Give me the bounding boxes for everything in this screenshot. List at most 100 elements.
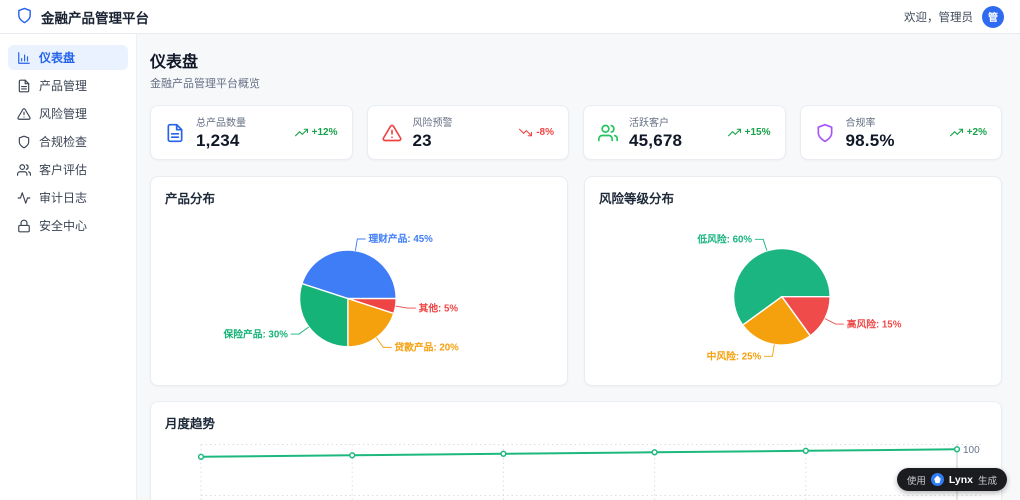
sidebar-item-label: 客户评估 [39,163,88,177]
app-title: 金融产品管理平台 [41,10,149,26]
stat-text: 总产品数量 1,234 [196,114,246,151]
stat-trend-value: -8% [536,127,554,138]
trending-down-icon [519,128,533,137]
data-point[interactable] [953,446,961,453]
stat-trend-value: +12% [311,127,338,138]
pie-label: 保险产品: 30% [223,327,289,340]
pie-label: 中风险: 25% [707,350,762,363]
badge-brand: Lynx [948,473,973,486]
chart-title-monthly-trend: 月度趋势 [165,417,216,431]
document-icon [167,123,183,142]
stat-trend-value: +15% [744,127,771,138]
pie-label-line [395,305,416,309]
badge-prefix: 使用 [906,475,926,487]
activity-icon [17,191,31,204]
sidebar-item-label: 安全中心 [39,219,88,233]
sidebar-item-label: 审计日志 [39,191,88,205]
sidebar-item-audit[interactable]: 审计日志 [8,185,128,210]
pie-label: 其他: 5% [419,301,459,314]
sidebar-item-dashboard[interactable]: 仪表盘 [8,45,128,70]
sidebar-item-label: 风险管理 [39,107,88,121]
pie-label-line [764,344,775,357]
badge-suffix: 生成 [977,475,997,487]
data-point[interactable] [802,447,809,454]
stat-trend: -8% [519,126,554,139]
sidebar-item-compliance[interactable]: 合规检查 [8,129,128,154]
pie-label: 贷款产品: 20% [394,341,459,354]
pie-label: 低风险: 60% [696,233,752,246]
data-point[interactable] [500,450,507,457]
pie-label-line [354,238,366,251]
charts-row: 产品分布 理财产品: 45% 其他: 5% 贷款产品: 20% 保险产品: 30% 风… [150,176,1002,386]
product-distribution-card: 产品分布 理财产品: 45% 其他: 5% 贷款产品: 20% 保险产品: 30% [150,176,568,386]
lynx-logo-icon [930,473,944,486]
stat-card-total-products: 总产品数量 1,234 +12% [150,105,353,160]
sidebar-item-label: 产品管理 [39,79,88,93]
sidebar-item-label: 仪表盘 [39,51,76,65]
welcome-text: 欢迎，管理员 [904,11,973,24]
pie-label: 理财产品: 45% [368,232,433,245]
chart-title-risk-level: 风险等级分布 [599,192,675,206]
stat-label: 风险预警 [412,118,453,129]
shield-logo-icon [16,7,33,27]
header-right: 欢迎，管理员 管 [904,5,1004,28]
shield-icon [18,7,31,23]
document-icon [18,79,30,92]
data-point[interactable] [349,452,356,459]
data-point[interactable] [651,449,658,456]
stat-trend: +2% [949,126,987,139]
trend-line [200,448,958,458]
sidebar-item-security[interactable]: 安全中心 [8,213,128,238]
page-subtitle: 金融产品管理平台概览 [150,78,260,90]
sidebar-item-label: 合规检查 [39,135,88,149]
sidebar-item-products[interactable]: 产品管理 [8,73,128,98]
trending-up-icon [294,128,308,137]
sidebar-item-risk[interactable]: 风险管理 [8,101,128,126]
monthly-trend-line-chart: 100 [197,444,983,500]
pie-label-line [375,337,392,348]
lynx-badge[interactable]: 使用 Lynx 生成 [896,468,1007,491]
axis-label-100: 100 [963,445,980,456]
lock-icon [18,219,30,232]
stat-value: 1,234 [196,131,240,150]
alert-triangle-icon [17,107,31,120]
trending-up-icon [727,128,741,137]
pie-label-line [824,318,844,325]
stat-trend: +12% [294,126,338,139]
main-content: 仪表盘 金融产品管理平台概览 总产品数量 1,234 +12% 风险预警 23 -8% 活跃… [137,34,1020,500]
stat-card-compliance-rate: 合规率 98.5% +2% [799,105,1002,160]
stat-trend-value: +2% [966,127,987,138]
stat-value: 98.5% [845,131,895,150]
pie-label-line [754,238,768,251]
risk-level-card: 风险等级分布 低风险: 60% 高风险: 15% 中风险: 25% [584,176,1002,386]
stat-trend: +15% [727,126,771,139]
sidebar: 仪表盘产品管理风险管理合规检查客户评估审计日志安全中心 [0,34,137,500]
bar-chart-icon [18,51,30,64]
layout: 仪表盘产品管理风险管理合规检查客户评估审计日志安全中心 仪表盘 金融产品管理平台… [0,34,1020,500]
user-avatar[interactable]: 管 [982,5,1004,28]
page-title: 仪表盘 [150,54,199,71]
data-point[interactable] [197,453,205,460]
shield-icon [817,123,832,142]
stat-label: 合规率 [845,118,876,129]
stat-text: 活跃客户 45,678 [629,114,682,151]
monthly-trend-card: 月度趋势 100 [150,401,1002,500]
users-icon [17,163,31,176]
app-header: 金融产品管理平台 欢迎，管理员 管 [0,0,1020,34]
alert-triangle-icon [381,124,402,141]
stat-label: 总产品数量 [196,118,246,129]
risk-level-pie-chart: 低风险: 60% 高风险: 15% 中风险: 25% [696,233,902,363]
pie-label-line [290,326,310,335]
shield-icon [18,135,30,148]
stat-text: 合规率 98.5% [846,114,895,151]
users-icon [598,124,618,141]
stat-card-active-customers: 活跃客户 45,678 +15% [583,105,786,160]
sidebar-item-customers[interactable]: 客户评估 [8,157,128,182]
stat-value: 45,678 [629,131,683,150]
stat-text: 风险预警 23 [413,114,453,151]
stat-label: 活跃客户 [629,118,669,129]
stat-value: 23 [412,131,432,150]
pie-label: 高风险: 15% [847,317,902,330]
stat-card-risk-alerts: 风险预警 23 -8% [366,105,569,160]
trending-up-icon [949,128,963,137]
